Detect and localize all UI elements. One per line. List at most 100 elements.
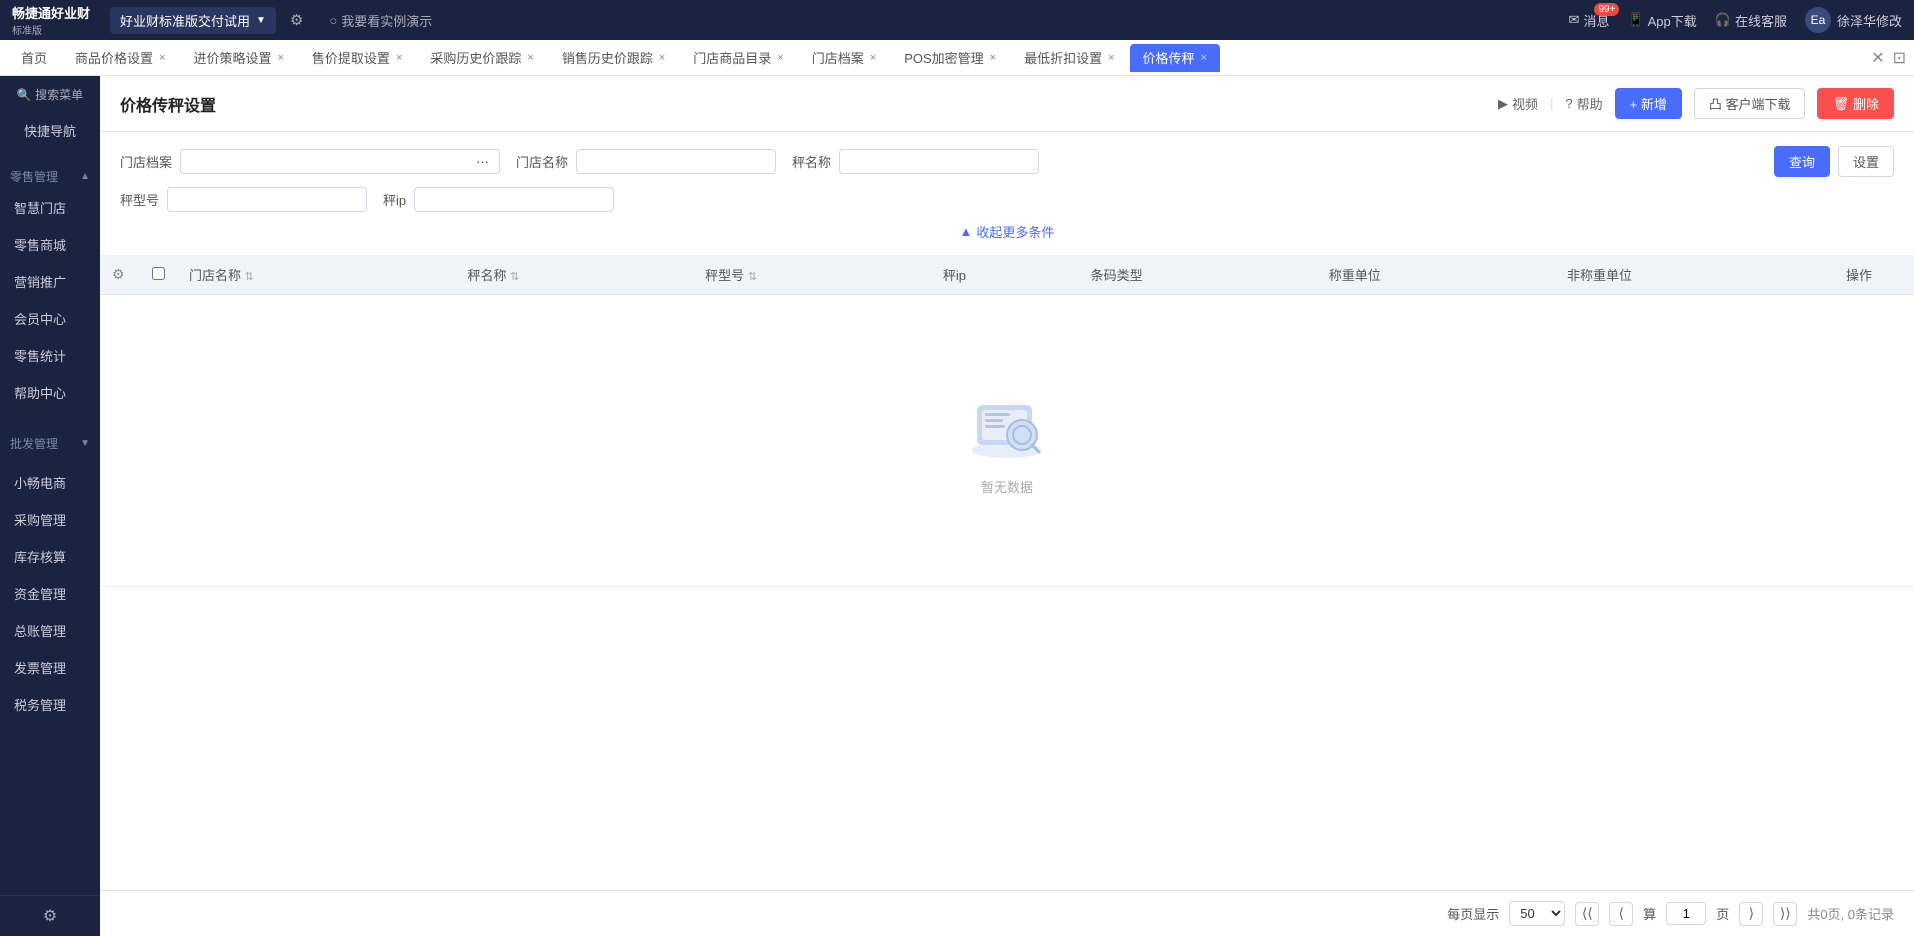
filter-row-2: 秤型号 秤ip bbox=[120, 187, 1894, 212]
sidebar-item-xiaochang[interactable]: 小畅电商 bbox=[0, 464, 100, 501]
next-page-button[interactable]: ⟩ bbox=[1739, 902, 1763, 926]
tab-goods-price[interactable]: 商品价格设置 × bbox=[62, 44, 178, 72]
quick-nav-label: 快捷导航 bbox=[24, 121, 76, 140]
tab-goods-price-close[interactable]: × bbox=[159, 52, 165, 64]
avatar: Ea bbox=[1805, 7, 1831, 33]
sort-store-name-icon[interactable]: ⇅ bbox=[245, 271, 254, 283]
tab-sale-history[interactable]: 销售历史价跟踪 × bbox=[549, 44, 678, 72]
sidebar-search[interactable]: 🔍 搜索菜单 bbox=[0, 76, 100, 109]
tab-home[interactable]: 首页 bbox=[8, 44, 60, 72]
tax-label: 税务管理 bbox=[14, 698, 66, 713]
online-service-action[interactable]: 🎧 在线客服 bbox=[1715, 11, 1787, 30]
store-name-input[interactable] bbox=[576, 149, 776, 174]
sidebar-item-tax[interactable]: 税务管理 bbox=[0, 686, 100, 723]
tab-price-scale[interactable]: 价格传秤 × bbox=[1130, 44, 1220, 72]
settings-filter-label: 设置 bbox=[1853, 152, 1879, 171]
sidebar-item-general[interactable]: 总账管理 bbox=[0, 612, 100, 649]
column-settings-icon[interactable]: ⚙ bbox=[112, 266, 125, 282]
tab-store-catalog-close[interactable]: × bbox=[777, 52, 783, 64]
settings-icon[interactable]: ⚙ bbox=[290, 11, 303, 29]
tab-pos-manage-close[interactable]: × bbox=[990, 52, 996, 64]
tab-price-scale-close[interactable]: × bbox=[1201, 52, 1207, 64]
sidebar-item-smart-store[interactable]: 智慧门店 bbox=[0, 189, 100, 226]
sidebar-item-inventory[interactable]: 库存核算 bbox=[0, 538, 100, 575]
app-title: 畅捷通好业财 bbox=[12, 3, 90, 22]
tab-min-discount-label: 最低折扣设置 bbox=[1024, 48, 1102, 67]
collapse-button[interactable]: ▲ 收起更多条件 bbox=[120, 222, 1894, 241]
scale-model-input[interactable] bbox=[167, 187, 367, 212]
tab-pos-manage-label: POS加密管理 bbox=[904, 48, 983, 67]
add-button[interactable]: + 新增 bbox=[1615, 88, 1682, 119]
sort-scale-name-icon[interactable]: ⇅ bbox=[510, 271, 519, 283]
tab-purchase-strategy-close[interactable]: × bbox=[277, 52, 283, 64]
store-profile-select[interactable]: ··· bbox=[180, 149, 500, 174]
dropdown-arrow-icon: ▼ bbox=[256, 15, 266, 26]
sidebar: 🔍 搜索菜单 快捷导航 零售管理 ▲ 智慧门店 零售商城 营销推广 会员中心 bbox=[0, 76, 100, 936]
sidebar-item-retail-stats[interactable]: 零售统计 bbox=[0, 337, 100, 374]
delete-button[interactable]: 🗑 删除 bbox=[1817, 88, 1894, 119]
sidebar-item-help[interactable]: 帮助中心 bbox=[0, 374, 100, 411]
page-label: 页 bbox=[1716, 904, 1729, 923]
tab-purchase-history[interactable]: 采购历史价跟踪 × bbox=[417, 44, 546, 72]
sidebar-item-marketing[interactable]: 营销推广 bbox=[0, 263, 100, 300]
sidebar-section-wholesale-title[interactable]: 批发管理 ▼ bbox=[0, 427, 100, 456]
th-scale-name: 秤名称 ⇅ bbox=[455, 255, 693, 295]
app-download-action[interactable]: 📱 App下载 bbox=[1627, 11, 1696, 30]
user-menu[interactable]: Ea 徐泽华修改 bbox=[1805, 7, 1902, 33]
scale-ip-input[interactable] bbox=[414, 187, 614, 212]
message-icon: ✉ bbox=[1569, 12, 1580, 28]
th-scale-ip-label: 秤ip bbox=[943, 268, 966, 283]
table-container: ⚙ 门店名称 ⇅ 秤名称 ⇅ bbox=[100, 255, 1914, 890]
last-page-button[interactable]: ⟩⟩ bbox=[1773, 902, 1797, 926]
tab-sale-history-close[interactable]: × bbox=[659, 52, 665, 64]
per-page-select[interactable]: 50 10 20 100 bbox=[1509, 901, 1565, 926]
first-page-button[interactable]: ⟨⟨ bbox=[1575, 902, 1599, 926]
sidebar-item-retail-mall[interactable]: 零售商城 bbox=[0, 226, 100, 263]
sidebar-item-purchase[interactable]: 采购管理 bbox=[0, 501, 100, 538]
messages-badge: 99+ bbox=[1594, 3, 1619, 16]
module-selector[interactable]: 好业财标准版交付试用 ▼ bbox=[110, 7, 276, 34]
sidebar-section-retail-title[interactable]: 零售管理 ▲ bbox=[0, 160, 100, 189]
query-button-label: 查询 bbox=[1789, 152, 1815, 171]
download-button[interactable]: 凸 客户端下载 bbox=[1694, 88, 1806, 119]
online-service-label: 在线客服 bbox=[1735, 11, 1787, 30]
tab-store-catalog[interactable]: 门店商品目录 × bbox=[680, 44, 796, 72]
tab-store-profile-close[interactable]: × bbox=[870, 52, 876, 64]
tab-pos-manage[interactable]: POS加密管理 × bbox=[891, 44, 1009, 72]
tab-expand-icon[interactable]: ⊡ bbox=[1893, 48, 1906, 68]
tab-store-profile[interactable]: 门店档案 × bbox=[799, 44, 889, 72]
query-button[interactable]: 查询 bbox=[1774, 146, 1830, 177]
video-help-link[interactable]: ▶ 视频 bbox=[1498, 94, 1538, 113]
tab-min-discount-close[interactable]: × bbox=[1108, 52, 1114, 64]
sidebar-settings-icon[interactable]: ⚙ bbox=[43, 908, 57, 925]
th-weight-unit: 称重单位 bbox=[1317, 255, 1555, 295]
sidebar-item-member[interactable]: 会员中心 bbox=[0, 300, 100, 337]
add-button-label: + 新增 bbox=[1630, 94, 1667, 113]
page-number-input[interactable]: 1 bbox=[1666, 902, 1706, 925]
messages-action[interactable]: ✉ 消息 99+ bbox=[1569, 11, 1610, 30]
app-logo: 畅捷通好业财 标准版 bbox=[12, 3, 92, 37]
tab-purchase-history-close[interactable]: × bbox=[527, 52, 533, 64]
sidebar-item-finance[interactable]: 资金管理 bbox=[0, 575, 100, 612]
sort-scale-model-icon[interactable]: ⇅ bbox=[748, 271, 757, 283]
tab-close-all-icon[interactable]: ✕ bbox=[1871, 48, 1884, 68]
filter-scale-ip: 秤ip bbox=[383, 187, 614, 212]
tab-purchase-strategy-label: 进价策略设置 bbox=[193, 48, 271, 67]
tab-min-discount[interactable]: 最低折扣设置 × bbox=[1011, 44, 1127, 72]
th-scale-model-label: 秤型号 bbox=[705, 268, 744, 283]
th-checkbox bbox=[140, 255, 177, 295]
scale-name-input[interactable] bbox=[839, 149, 1039, 174]
prev-page-button[interactable]: ⟨ bbox=[1609, 902, 1633, 926]
th-scale-name-label: 秤名称 bbox=[467, 268, 506, 283]
tab-sale-extract[interactable]: 售价提取设置 × bbox=[299, 44, 415, 72]
settings-filter-button[interactable]: 设置 bbox=[1838, 146, 1894, 177]
select-all-checkbox[interactable] bbox=[152, 267, 165, 280]
sidebar-item-quick-nav[interactable]: 快捷导航 bbox=[0, 115, 100, 146]
tab-purchase-strategy[interactable]: 进价策略设置 × bbox=[180, 44, 296, 72]
tab-sale-extract-close[interactable]: × bbox=[396, 52, 402, 64]
help-link[interactable]: ? 帮助 bbox=[1565, 94, 1602, 113]
sidebar-item-invoice[interactable]: 发票管理 bbox=[0, 649, 100, 686]
th-settings: ⚙ bbox=[100, 255, 140, 295]
demo-link[interactable]: ○ 我要看实例演示 bbox=[329, 11, 432, 30]
total-info: 共0页, 0条记录 bbox=[1807, 904, 1894, 923]
